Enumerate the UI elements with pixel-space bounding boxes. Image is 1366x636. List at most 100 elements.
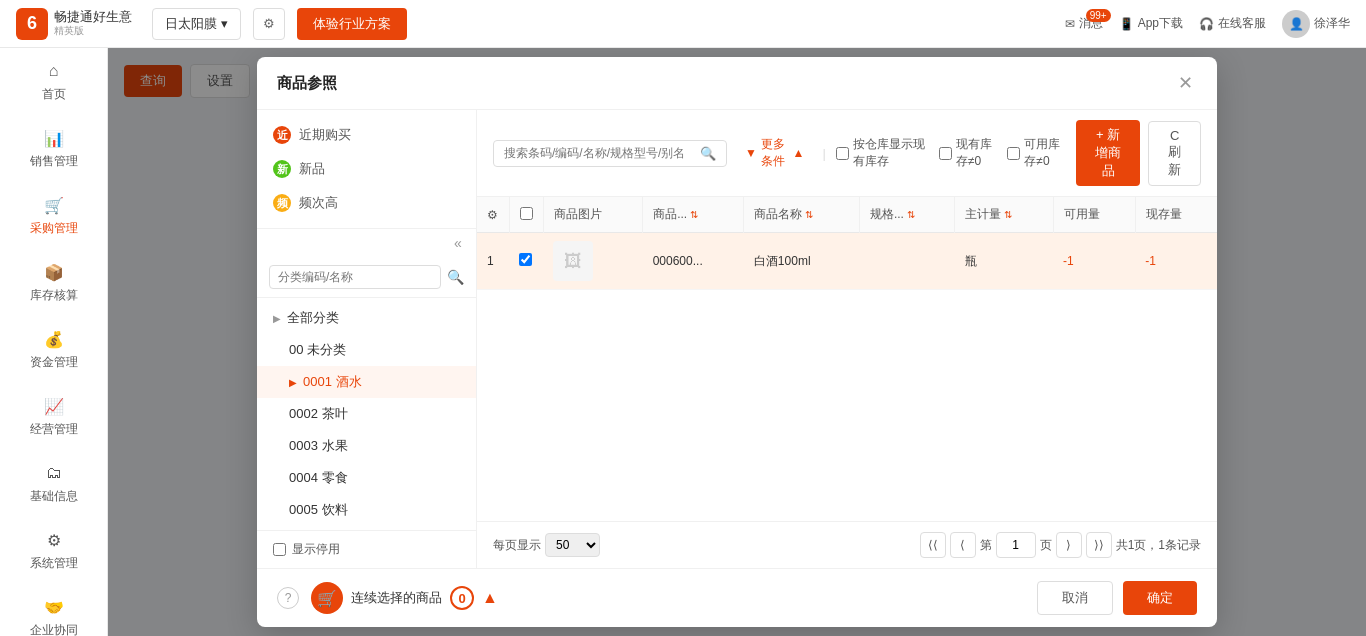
phone-icon: 📱 (1119, 17, 1134, 31)
app-download-label: App下载 (1138, 15, 1183, 32)
user-nav[interactable]: 👤 徐泽华 (1282, 10, 1350, 38)
filter-label: 更多条件 (761, 136, 789, 170)
sidebar-item-home[interactable]: ⌂ 首页 (0, 48, 107, 115)
sidebar-item-finance[interactable]: 💰 资金管理 (0, 316, 107, 383)
category-beverages[interactable]: 0005 饮料 (257, 494, 476, 526)
page-input[interactable] (996, 532, 1036, 558)
online-service-nav[interactable]: 🎧 在线客服 (1199, 15, 1266, 32)
product-image: 🖼 (553, 241, 593, 281)
sort-icon: ⇅ (907, 209, 915, 220)
product-search-input[interactable] (504, 146, 694, 160)
sidebar-item-basic-info[interactable]: 🗂 基础信息 (0, 450, 107, 517)
confirm-button[interactable]: 确定 (1123, 581, 1197, 615)
th-stock: 现存量 (1135, 197, 1217, 233)
cart-icon: 🛒 (311, 582, 343, 614)
sort-icon: ⇅ (1004, 209, 1012, 220)
frequent-icon: 频 (273, 194, 291, 212)
th-spec[interactable]: 规格... ⇅ (859, 197, 954, 233)
product-table: ⚙ 商品图片 商品... ⇅ (477, 197, 1217, 290)
messages-nav[interactable]: ✉ 消息 99+ (1065, 15, 1103, 32)
basic-info-icon: 🗂 (43, 462, 65, 484)
refresh-button[interactable]: C 刷新 (1148, 121, 1201, 186)
warehouse-filter: 按仓库显示现有库存 (836, 136, 929, 170)
sidebar-item-system[interactable]: ⚙ 系统管理 (0, 517, 107, 584)
trial-button[interactable]: 体验行业方案 (297, 8, 407, 40)
show-disabled-checkbox[interactable] (273, 543, 286, 556)
sidebar-item-sales[interactable]: 📊 销售管理 (0, 115, 107, 182)
stock-checkbox[interactable] (939, 147, 952, 160)
category-label: 0003 水果 (289, 437, 348, 455)
category-tea[interactable]: 0002 茶叶 (257, 398, 476, 430)
separator: | (822, 146, 825, 161)
prev-page-button[interactable]: ⟨ (950, 532, 976, 558)
page-text: 第 (980, 537, 992, 554)
th-code[interactable]: 商品... ⇅ (643, 197, 744, 233)
sidebar-label: 采购管理 (30, 220, 78, 237)
td-image: 🖼 (543, 233, 643, 290)
category-fruit[interactable]: 0003 水果 (257, 430, 476, 462)
th-name[interactable]: 商品名称 ⇅ (744, 197, 860, 233)
sidebar-label: 基础信息 (30, 488, 78, 505)
category-search-bar: 🔍 (257, 257, 476, 298)
warehouse-label: 按仓库显示现有库存 (853, 136, 929, 170)
top-nav: 6 畅捷通好生意 精英版 日太阳膜 ▾ ⚙ 体验行业方案 ✉ 消息 99+ 📱 … (0, 0, 1366, 48)
th-unit-label: 主计量 (965, 206, 1001, 223)
search-icon[interactable]: 🔍 (700, 146, 716, 161)
product-table-container: ⚙ 商品图片 商品... ⇅ (477, 197, 1217, 521)
sidebar-item-purchase[interactable]: 🛒 采购管理 (0, 182, 107, 249)
table-row[interactable]: 1 🖼 000600... 白酒100ml 瓶 (477, 233, 1217, 290)
sidebar: ⌂ 首页 📊 销售管理 🛒 采购管理 📦 库存核算 💰 资金管理 📈 经营管理 … (0, 48, 108, 636)
category-search-input[interactable] (269, 265, 441, 289)
filter-button[interactable]: ▼ 更多条件 ▲ (737, 131, 812, 175)
message-icon: ✉ (1065, 17, 1075, 31)
td-code: 000600... (643, 233, 744, 290)
logo-text: 畅捷通好生意 (54, 9, 132, 25)
per-page-dropdown[interactable]: 50 10 20 100 (545, 533, 600, 557)
cancel-button[interactable]: 取消 (1037, 581, 1113, 615)
select-all-checkbox[interactable] (520, 207, 533, 220)
nav-right: ✉ 消息 99+ 📱 App下载 🎧 在线客服 👤 徐泽华 (1065, 10, 1350, 38)
category-all[interactable]: ▶ 全部分类 (257, 302, 476, 334)
app-download-nav[interactable]: 📱 App下载 (1119, 15, 1183, 32)
cart-collapse-icon[interactable]: ▲ (482, 589, 498, 607)
quick-nav-frequent[interactable]: 频 频次高 (257, 186, 476, 220)
category-label: 00 未分类 (289, 341, 346, 359)
quick-nav-new[interactable]: 新 新品 (257, 152, 476, 186)
available-checkbox[interactable] (1007, 147, 1020, 160)
content-area: 查询 设置 刷新 商品参照 ✕ 近 (108, 48, 1366, 636)
pagination-bar: 每页显示 50 10 20 100 ⟨⟨ ⟨ (477, 521, 1217, 568)
nav-dropdown[interactable]: 日太阳膜 ▾ (152, 8, 241, 40)
category-uncategorized[interactable]: 00 未分类 (257, 334, 476, 366)
modal-close-button[interactable]: ✕ (1173, 71, 1197, 95)
last-page-button[interactable]: ⟩⟩ (1086, 532, 1112, 558)
category-snacks[interactable]: 0004 零食 (257, 462, 476, 494)
th-settings[interactable]: ⚙ (477, 197, 509, 233)
sidebar-label: 经营管理 (30, 421, 78, 438)
avatar: 👤 (1282, 10, 1310, 38)
first-page-button[interactable]: ⟨⟨ (920, 532, 946, 558)
settings-icon[interactable]: ⚙ (253, 8, 285, 40)
sales-icon: 📊 (43, 127, 65, 149)
th-name-label: 商品名称 (754, 206, 802, 223)
cart-count: 0 (450, 586, 474, 610)
quick-nav-recent[interactable]: 近 近期购买 (257, 118, 476, 152)
sidebar-item-inventory[interactable]: 📦 库存核算 (0, 249, 107, 316)
category-search-icon[interactable]: 🔍 (447, 269, 464, 285)
toolbar-right: + 新增商品 C 刷新 (1076, 120, 1201, 186)
sidebar-item-cooperation[interactable]: 🤝 企业协同 (0, 584, 107, 636)
sidebar-item-operations[interactable]: 📈 经营管理 (0, 383, 107, 450)
help-icon[interactable]: ? (277, 587, 299, 609)
stock-filter: 现有库存≠0 (939, 136, 997, 170)
category-label: 0002 茶叶 (289, 405, 348, 423)
modal-toolbar: 🔍 ▼ 更多条件 ▲ | 按仓库显示现有库存 (477, 110, 1217, 197)
th-unit[interactable]: 主计量 ⇅ (955, 197, 1053, 233)
add-product-button[interactable]: + 新增商品 (1076, 120, 1141, 186)
product-search-box: 🔍 (493, 140, 727, 167)
warehouse-checkbox[interactable] (836, 147, 849, 160)
next-page-button[interactable]: ⟩ (1056, 532, 1082, 558)
modal-left-panel: 近 近期购买 新 新品 频 频次高 (257, 110, 477, 568)
row-checkbox[interactable] (519, 253, 532, 266)
collapse-icon[interactable]: « (448, 233, 468, 253)
quick-nav: 近 近期购买 新 新品 频 频次高 (257, 110, 476, 229)
category-liquor[interactable]: ▶ 0001 酒水 (257, 366, 476, 398)
